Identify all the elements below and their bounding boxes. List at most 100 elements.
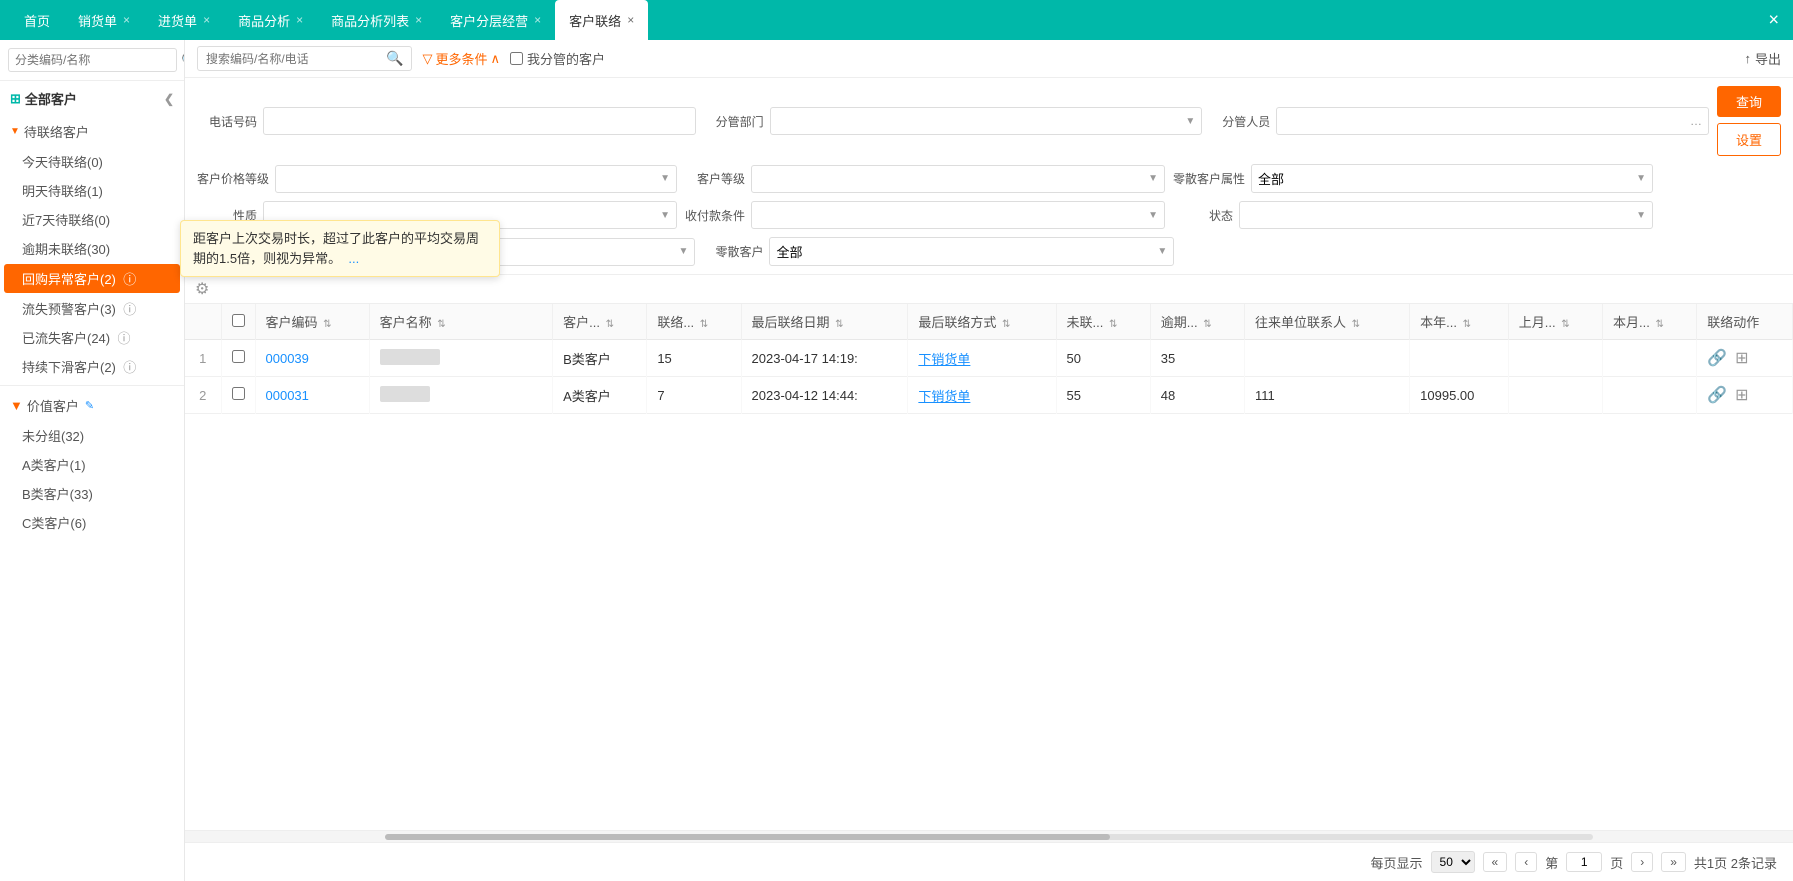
th-ctype: 客户... ⇅ bbox=[553, 304, 647, 340]
sort-name-icon[interactable]: ⇅ bbox=[437, 319, 445, 330]
sidebar-repurchase-anomaly[interactable]: 回购异常客户(2) ⓘ bbox=[4, 264, 180, 293]
contact-action-icon-2[interactable]: 🔗 bbox=[1707, 385, 1727, 405]
sort-contact-icon[interactable]: ⇅ bbox=[700, 319, 708, 330]
close-sales-icon[interactable]: × bbox=[123, 13, 130, 27]
close-customer-segment-icon[interactable]: × bbox=[534, 13, 541, 27]
sidebar-search-input[interactable] bbox=[8, 48, 177, 72]
export-button[interactable]: ↑ 导出 bbox=[1744, 49, 1781, 68]
sidebar-churned[interactable]: 已流失客户(24) ⓘ bbox=[0, 323, 184, 352]
sidebar-b-class[interactable]: B类客户(33) bbox=[0, 479, 184, 508]
tooltip-more[interactable]: ... bbox=[348, 251, 359, 266]
sort-ty-icon[interactable]: ⇅ bbox=[1463, 319, 1471, 330]
td-code-1[interactable]: 000039 bbox=[255, 340, 369, 377]
td-tm-1 bbox=[1603, 340, 1697, 377]
last-page-btn[interactable]: » bbox=[1661, 852, 1686, 872]
first-page-btn[interactable]: « bbox=[1483, 852, 1508, 872]
filter-manager-label: 分管人员 bbox=[1210, 113, 1270, 130]
filter-clevel-label: 客户等级 bbox=[685, 170, 745, 187]
per-page-select[interactable]: 50 bbox=[1431, 851, 1475, 873]
sidebar-churn-warning[interactable]: 流失预警客户(3) ⓘ bbox=[0, 294, 184, 323]
contact-action-icon-1[interactable]: 🔗 bbox=[1707, 348, 1727, 368]
row1-checkbox[interactable] bbox=[232, 350, 245, 363]
arrow-value-icon: ▼ bbox=[10, 398, 23, 413]
horizontal-scrollbar[interactable] bbox=[185, 830, 1793, 842]
close-customer-contact-icon[interactable]: × bbox=[627, 13, 634, 27]
sidebar-value-customer-group[interactable]: ▼ 价值客户 ✎ bbox=[0, 390, 184, 421]
sort-nc-icon[interactable]: ⇅ bbox=[1109, 319, 1117, 330]
sidebar-collapse-icon[interactable]: ❮ bbox=[164, 92, 174, 106]
filter-status-select[interactable]: ▼ bbox=[1239, 201, 1653, 229]
td-od-1: 35 bbox=[1150, 340, 1244, 377]
next-page-btn[interactable]: › bbox=[1631, 852, 1653, 872]
filter-payment: 收付款条件 ▼ bbox=[685, 201, 1165, 229]
sort-tm-icon[interactable]: ⇅ bbox=[1655, 319, 1663, 330]
close-purchase-icon[interactable]: × bbox=[203, 13, 210, 27]
scrollbar-thumb[interactable] bbox=[385, 834, 1110, 840]
filter-clevel-select[interactable]: ▼ bbox=[751, 165, 1165, 193]
sidebar-a-class[interactable]: A类客户(1) bbox=[0, 450, 184, 479]
sort-od-icon[interactable]: ⇅ bbox=[1203, 319, 1211, 330]
filter-price-select[interactable]: ▼ bbox=[275, 165, 677, 193]
sort-ctype-icon[interactable]: ⇅ bbox=[606, 319, 614, 330]
setting-button[interactable]: 设置 bbox=[1717, 123, 1781, 156]
sort-lmethod-icon[interactable]: ⇅ bbox=[1002, 319, 1010, 330]
last-contact-method-link-2[interactable]: 下销货单 bbox=[918, 389, 970, 404]
table-settings-icon[interactable]: ⚙ bbox=[195, 279, 209, 299]
scrollbar-track bbox=[385, 834, 1593, 840]
nav-customer-contact[interactable]: 客户联络 × bbox=[555, 0, 648, 40]
filter-retail-select[interactable]: 全部 ▼ bbox=[1251, 164, 1653, 193]
td-actions-1: 🔗 ⊞ bbox=[1697, 340, 1793, 377]
nav-analysis[interactable]: 商品分析 × bbox=[224, 0, 317, 40]
more-icon[interactable]: … bbox=[1690, 114, 1702, 128]
sidebar-7day-contact[interactable]: 近7天待联络(0) bbox=[0, 205, 184, 234]
sidebar-declining[interactable]: 持续下滑客户(2) ⓘ bbox=[0, 352, 184, 381]
th-not-contacted: 未联... ⇅ bbox=[1056, 304, 1150, 340]
sort-code-icon[interactable]: ⇅ bbox=[323, 319, 331, 330]
close-analysis-icon[interactable]: × bbox=[296, 13, 303, 27]
query-btn-wrap: 查询 设置 bbox=[1717, 86, 1781, 156]
filter-search-icon[interactable]: 🔍 bbox=[386, 50, 403, 67]
sidebar-tomorrow-contact[interactable]: 明天待联络(1) bbox=[0, 176, 184, 205]
window-close-button[interactable]: × bbox=[1768, 10, 1779, 31]
filter-search-input[interactable] bbox=[206, 52, 386, 66]
close-analysis-list-icon[interactable]: × bbox=[415, 13, 422, 27]
filter-dept-select[interactable]: ▼ bbox=[770, 107, 1203, 135]
more-action-icon-1[interactable]: ⊞ bbox=[1735, 348, 1748, 368]
my-customer-checkbox[interactable] bbox=[510, 52, 523, 65]
more-conditions-btn[interactable]: ▽ 更多条件 ∧ bbox=[422, 49, 500, 68]
nav-purchase[interactable]: 进货单 × bbox=[144, 0, 224, 40]
more-action-icon-2[interactable]: ⊞ bbox=[1735, 385, 1748, 405]
sort-uc-icon[interactable]: ⇅ bbox=[1352, 319, 1360, 330]
filter-phone-input[interactable] bbox=[263, 107, 696, 135]
td-code-2[interactable]: 000031 bbox=[255, 377, 369, 414]
sidebar-c-class[interactable]: C类客户(6) bbox=[0, 508, 184, 537]
page-input[interactable] bbox=[1566, 852, 1602, 872]
sidebar-pending-group[interactable]: ▼ 待联络客户 bbox=[0, 116, 184, 147]
nav-analysis-list[interactable]: 商品分析列表 × bbox=[317, 0, 436, 40]
sort-lm-icon[interactable]: ⇅ bbox=[1561, 319, 1569, 330]
sidebar-today-contact[interactable]: 今天待联络(0) bbox=[0, 147, 184, 176]
td-uc-1 bbox=[1244, 340, 1409, 377]
edit-icon[interactable]: ✎ bbox=[85, 399, 94, 412]
prev-page-btn[interactable]: ‹ bbox=[1515, 852, 1537, 872]
filter-price-label: 客户价格等级 bbox=[197, 170, 269, 187]
row2-checkbox[interactable] bbox=[232, 387, 245, 400]
filter-retail2-select[interactable]: 全部 ▼ bbox=[769, 237, 1174, 266]
select-all-checkbox[interactable] bbox=[232, 314, 245, 327]
sidebar-unclassified[interactable]: 未分组(32) bbox=[0, 421, 184, 450]
last-contact-method-link-1[interactable]: 下销货单 bbox=[918, 352, 970, 367]
nav-sales[interactable]: 销货单 × bbox=[64, 0, 144, 40]
sidebar-all-customers[interactable]: ⊞ 全部客户 ❮ bbox=[0, 81, 184, 116]
query-button[interactable]: 查询 bbox=[1717, 86, 1781, 117]
td-contact-1: 15 bbox=[647, 340, 741, 377]
sidebar-overdue-contact[interactable]: 逾期未联络(30) bbox=[0, 234, 184, 263]
td-uc-2: 111 bbox=[1244, 377, 1409, 414]
td-lm-2 bbox=[1508, 377, 1602, 414]
filter-payment-select[interactable]: ▼ bbox=[751, 201, 1165, 229]
nav-customer-segment[interactable]: 客户分层经营 × bbox=[436, 0, 555, 40]
filter-manager-select[interactable]: … bbox=[1276, 107, 1709, 135]
page-unit: 页 bbox=[1610, 853, 1623, 872]
td-nc-1: 50 bbox=[1056, 340, 1150, 377]
nav-home[interactable]: 首页 bbox=[10, 0, 64, 40]
sort-ldate-icon[interactable]: ⇅ bbox=[835, 319, 843, 330]
